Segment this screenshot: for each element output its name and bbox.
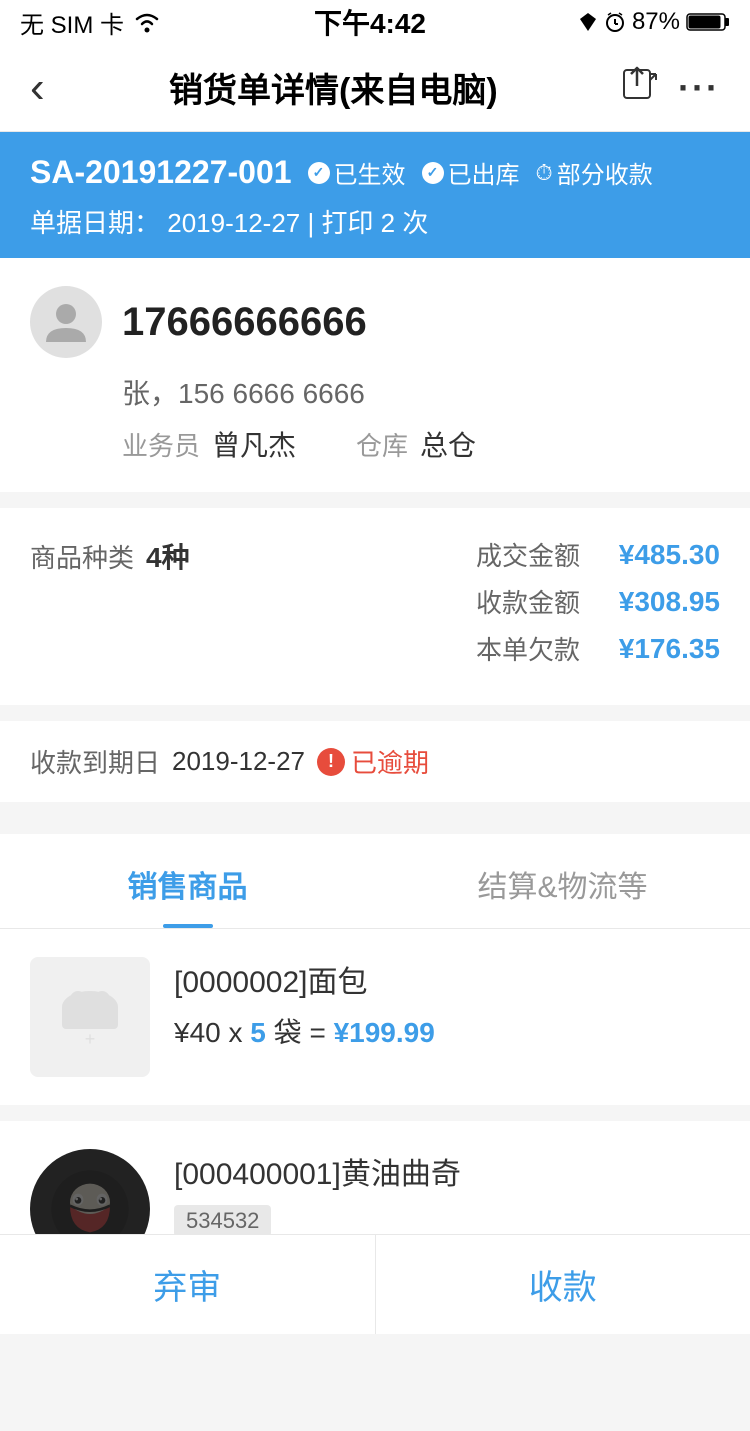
customer-phone: 17666666666 (122, 300, 367, 345)
product-type-value: 4种 (146, 536, 190, 576)
back-button[interactable]: ‹ (30, 63, 45, 113)
due-date-value: 2019-12-27 (172, 746, 305, 777)
stats-left: 商品种类 4种 (30, 536, 190, 580)
debt-row: 本单欠款 ¥176.35 (476, 630, 720, 667)
more-button[interactable]: ··· (678, 67, 720, 109)
collection-amount-row: 收款金额 ¥308.95 (476, 583, 720, 620)
overdue-icon: ! (317, 748, 345, 776)
tabs-section: 销售商品 结算&物流等 (0, 834, 750, 929)
debt-label: 本单欠款 (476, 630, 580, 667)
order-date: 单据日期： 2019-12-27 | 打印 2 次 (30, 203, 720, 240)
collect-payment-label: 收款 (529, 1260, 597, 1309)
cancel-review-button[interactable]: 弃审 (0, 1235, 376, 1334)
status-left: 无 SIM 卡 (20, 5, 162, 40)
warehouse-label: 仓库 (356, 426, 408, 463)
collect-payment-button[interactable]: 收款 (376, 1235, 750, 1334)
product-tag-2: 534532 (174, 1205, 271, 1237)
price-qty-1: 5 (250, 1017, 266, 1048)
due-date-label: 收款到期日 (30, 743, 160, 780)
sales-label: 业务员 (122, 426, 200, 463)
badge-activated-label: 已生效 (334, 155, 406, 190)
stats-section: 商品种类 4种 成交金额 ¥485.30 收款金额 ¥308.95 本单欠款 ¥… (0, 508, 750, 705)
product-placeholder-icon: + (50, 977, 130, 1057)
print-info: | 打印 2 次 (307, 208, 428, 238)
customer-avatar (30, 286, 102, 358)
status-time: 下午4:42 (314, 2, 426, 42)
customer-meta: 业务员 曾凡杰 仓库 总仓 (30, 424, 720, 464)
product-type-stat: 商品种类 4种 (30, 536, 190, 576)
clock-icon: ⏱ (536, 160, 553, 186)
status-right: 87% (578, 8, 730, 36)
check-icon-2: ✓ (422, 162, 444, 184)
overdue-text: 已逾期 (351, 743, 429, 780)
bottom-bar: 弃审 收款 (0, 1234, 750, 1334)
tab-settlement-label: 结算&物流等 (477, 871, 647, 904)
person-icon (42, 298, 90, 346)
collection-value: ¥308.95 (600, 586, 720, 618)
check-icon: ✓ (308, 162, 330, 184)
order-badges: ✓ 已生效 ✓ 已出库 ⏱ 部分收款 (308, 155, 653, 190)
battery-text: 87% (632, 8, 680, 36)
tab-products[interactable]: 销售商品 (0, 834, 375, 928)
overdue-badge: ! 已逾期 (317, 743, 429, 780)
share-icon (622, 66, 658, 102)
sales-value: 曾凡杰 (212, 424, 296, 464)
product-type-label: 商品种类 (30, 538, 134, 575)
wifi-icon (132, 11, 162, 33)
alarm-icon (604, 11, 626, 33)
order-header: SA-20191227-001 ✓ 已生效 ✓ 已出库 ⏱ 部分收款 单据日期：… (0, 132, 750, 258)
status-bar: 无 SIM 卡 下午4:42 87% (0, 0, 750, 44)
svg-text:+: + (85, 1029, 96, 1049)
badge-shipped-label: 已出库 (448, 155, 520, 190)
warehouse-value: 总仓 (420, 424, 476, 464)
date-value: 2019-12-27 (167, 208, 300, 238)
page-title: 销货单详情(来自电脑) (169, 63, 498, 112)
product-info-1: [0000002]面包 ¥40 x 5 袋 = ¥199.99 (174, 957, 720, 1051)
deal-amount-label: 成交金额 (476, 536, 580, 573)
product-price-1: ¥40 x 5 袋 = ¥199.99 (174, 1011, 720, 1051)
warehouse: 仓库 总仓 (356, 424, 476, 464)
price-base-1: ¥40 (174, 1017, 221, 1048)
sales-person: 业务员 曾凡杰 (122, 424, 296, 464)
stats-right: 成交金额 ¥485.30 收款金额 ¥308.95 本单欠款 ¥176.35 (476, 536, 720, 677)
price-multiply-1: x (229, 1017, 251, 1048)
location-icon (578, 11, 598, 33)
due-date-section: 收款到期日 2019-12-27 ! 已逾期 (0, 721, 750, 802)
badge-partial: ⏱ 部分收款 (536, 155, 653, 190)
badge-activated: ✓ 已生效 (308, 155, 406, 190)
signal-text: 无 SIM 卡 (20, 5, 124, 40)
date-label: 单据日期： (30, 208, 160, 238)
customer-name-phone: 张，156 6666 6666 (30, 372, 720, 412)
cancel-review-label: 弃审 (153, 1260, 221, 1309)
price-total-1: ¥199.99 (334, 1017, 435, 1048)
collection-label: 收款金额 (476, 583, 580, 620)
deal-amount-value: ¥485.30 (600, 539, 720, 571)
product-name-1: [0000002]面包 (174, 957, 720, 1001)
price-equals-1: = (309, 1017, 333, 1048)
product-image-1: + (30, 957, 150, 1077)
nav-bar: ‹ 销货单详情(来自电脑) ··· (0, 44, 750, 132)
nav-actions: ··· (622, 66, 720, 110)
product-name-2: [000400001]黄油曲奇 (174, 1149, 720, 1193)
badge-shipped: ✓ 已出库 (422, 155, 520, 190)
deal-amount-row: 成交金额 ¥485.30 (476, 536, 720, 573)
customer-section: 17666666666 张，156 6666 6666 业务员 曾凡杰 仓库 总… (0, 258, 750, 492)
order-id: SA-20191227-001 (30, 154, 292, 191)
price-unit-1: 袋 (274, 1017, 302, 1048)
tab-settlement[interactable]: 结算&物流等 (375, 834, 750, 928)
badge-partial-label: 部分收款 (557, 155, 653, 190)
debt-value: ¥176.35 (600, 633, 720, 665)
battery-icon (686, 11, 730, 33)
share-button[interactable] (622, 66, 658, 110)
list-item: + [0000002]面包 ¥40 x 5 袋 = ¥199.99 (0, 929, 750, 1105)
tab-products-label: 销售商品 (128, 871, 248, 904)
section-divider (0, 818, 750, 834)
